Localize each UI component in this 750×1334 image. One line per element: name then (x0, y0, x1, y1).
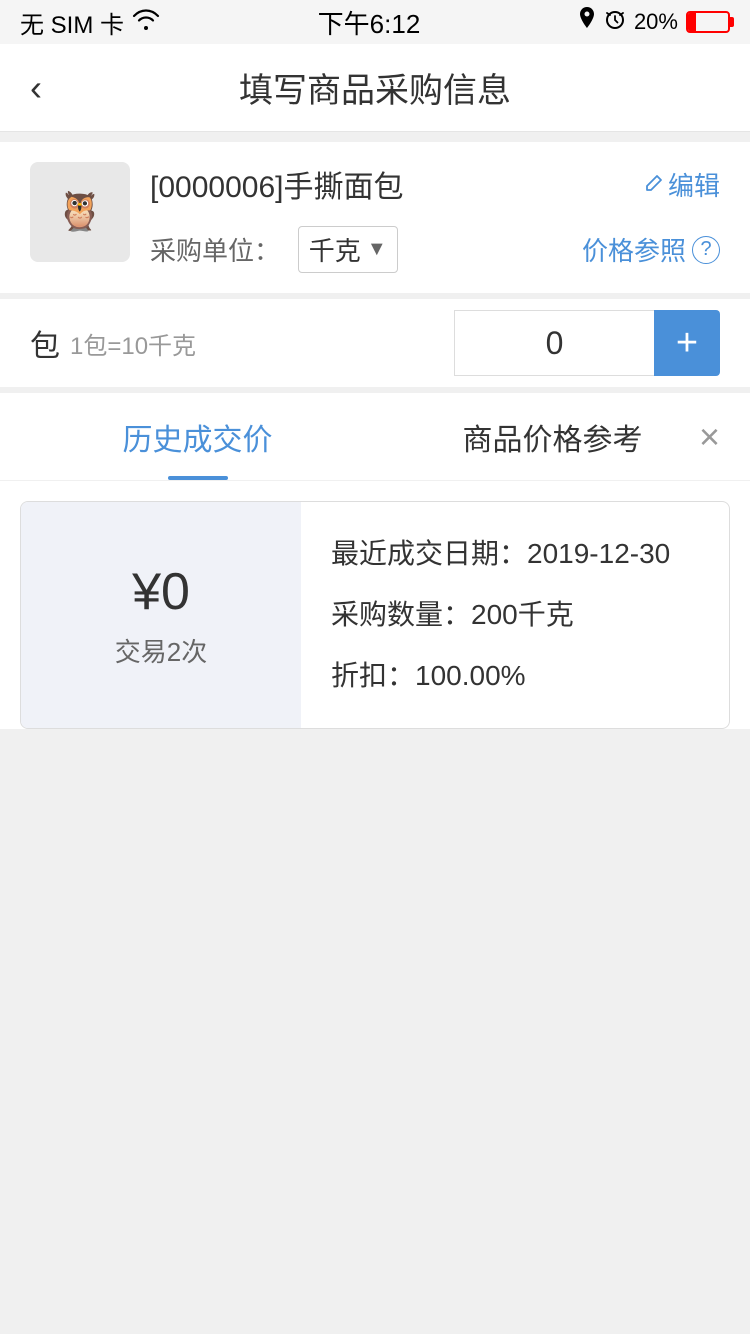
unit-dropdown-arrow: ▼ (367, 238, 387, 261)
price-times: 交易2次 (115, 632, 207, 669)
tab-product-price-ref-label: 商品价格参考 (463, 415, 643, 459)
price-ref-button[interactable]: 价格参照 ? (582, 231, 720, 268)
price-ref-help-icon: ? (692, 236, 720, 264)
tabs-header: 历史成交价 商品价格参考 × (0, 393, 750, 481)
price-amount: ¥0 (132, 562, 190, 622)
battery-percent: 20% (634, 9, 678, 35)
price-detail-recent-date: 最近成交日期：2019-12-30 (331, 532, 699, 577)
product-thumbnail: 🦉 (30, 162, 130, 262)
alarm-icon (604, 8, 626, 36)
tab-product-price-ref[interactable]: 商品价格参考 (375, 393, 730, 480)
tab-history-price[interactable]: 历史成交价 (20, 393, 375, 480)
bottom-area (0, 729, 750, 1329)
quantity-input[interactable] (454, 310, 654, 376)
product-header: [0000006]手撕面包 编辑 (150, 162, 720, 206)
sim-status: 无 SIM 卡 (20, 5, 124, 40)
edit-icon (642, 173, 664, 195)
battery-icon (686, 11, 730, 33)
nav-bar: ‹ 填写商品采购信息 (0, 44, 750, 132)
quantity-plus-button[interactable]: + (654, 310, 720, 376)
recent-date-label: 最近成交日期： (331, 538, 527, 569)
quantity-value: 200千克 (471, 599, 574, 630)
edit-button[interactable]: 编辑 (642, 166, 720, 203)
quantity-unit-hint: 1包=10千克 (70, 326, 196, 361)
unit-section: 采购单位： 千克 ▼ (150, 226, 398, 273)
back-button[interactable]: ‹ (20, 57, 52, 119)
unit-select[interactable]: 千克 ▼ (298, 226, 398, 273)
quantity-unit-tag: 包 (30, 321, 60, 365)
price-card-left: ¥0 交易2次 (21, 502, 301, 728)
status-bar-time: 下午6:12 (318, 4, 421, 41)
discount-value: 100.00% (415, 660, 526, 691)
tab-history-price-label: 历史成交价 (123, 415, 273, 459)
product-name: [0000006]手撕面包 (150, 162, 403, 206)
tabs-panel: 历史成交价 商品价格参考 × ¥0 交易2次 最近成交日期：2019-12-30… (0, 393, 750, 729)
quantity-label-text: 采购数量： (331, 599, 471, 630)
quantity-label: 包 1包=10千克 (30, 321, 196, 365)
discount-label: 折扣： (331, 660, 415, 691)
product-unit-row: 采购单位： 千克 ▼ 价格参照 ? (150, 226, 720, 273)
tab-underline (168, 476, 228, 480)
price-detail-quantity: 采购数量：200千克 (331, 593, 699, 638)
price-detail-discount: 折扣：100.00% (331, 654, 699, 699)
tab-close-button[interactable]: × (689, 406, 730, 468)
wifi-icon (132, 8, 160, 37)
price-ref-label: 价格参照 (582, 231, 686, 268)
quantity-row: 包 1包=10千克 + (0, 299, 750, 387)
product-info: [0000006]手撕面包 编辑 采购单位： 千克 ▼ 价格参照 ? (150, 162, 720, 273)
unit-value: 千克 (309, 231, 361, 268)
recent-date-value: 2019-12-30 (527, 538, 670, 569)
price-card-right: 最近成交日期：2019-12-30 采购数量：200千克 折扣：100.00% (301, 502, 729, 728)
price-card: ¥0 交易2次 最近成交日期：2019-12-30 采购数量：200千克 折扣：… (20, 501, 730, 729)
unit-label: 采购单位： (150, 236, 280, 266)
product-card: 🦉 [0000006]手撕面包 编辑 采购单位： 千克 ▼ 价格参照 ? (0, 142, 750, 293)
page-title: 填写商品采购信息 (239, 63, 511, 112)
status-bar: 无 SIM 卡 下午6:12 20% (0, 0, 750, 44)
quantity-control: + (454, 310, 720, 376)
status-bar-right: 20% (578, 7, 730, 37)
edit-label: 编辑 (668, 166, 720, 203)
status-bar-left: 无 SIM 卡 (20, 5, 160, 40)
product-thumbnail-icon: 🦉 (56, 193, 103, 231)
location-icon (578, 7, 596, 37)
